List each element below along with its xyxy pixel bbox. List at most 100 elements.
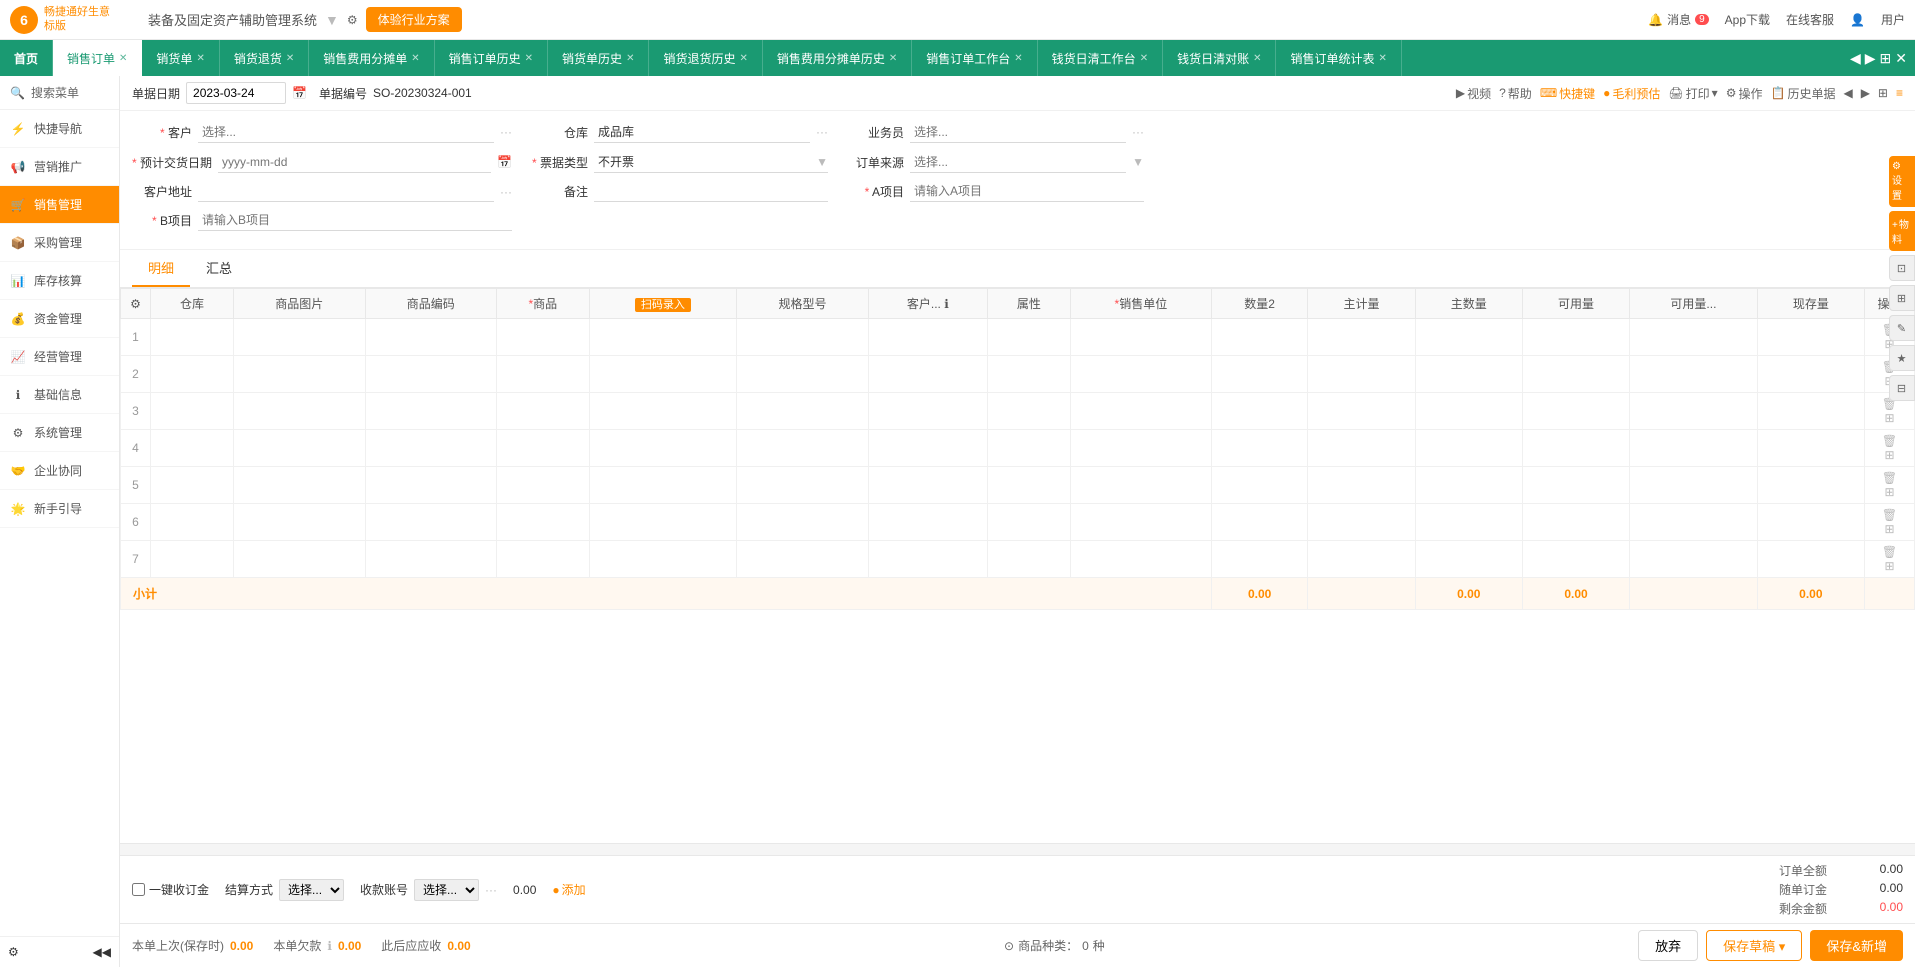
tab-daily-workbench[interactable]: 钱货日清工作台 ✕ (1038, 40, 1163, 76)
tab-sales-invoice[interactable]: 销货单 ✕ (142, 40, 219, 76)
customer-addr-input[interactable] (198, 181, 494, 202)
history-link[interactable]: 📋 历史单据 (1770, 85, 1835, 102)
print-link[interactable]: 🖨 打印 ▾ (1668, 85, 1717, 102)
nav-close-all-icon[interactable]: ✕ (1895, 50, 1907, 67)
layout-grid-icon[interactable]: ⊞ (1878, 86, 1888, 100)
tab-close-icon[interactable]: ✕ (889, 53, 897, 64)
abandon-button[interactable]: 放弃 (1638, 930, 1698, 961)
tab-close-icon[interactable]: ✕ (411, 53, 419, 64)
tab-detail[interactable]: 明细 (132, 250, 190, 287)
account-select[interactable]: 选择... (414, 879, 479, 901)
cell-main-qty-2[interactable] (1415, 356, 1522, 393)
tab-sales-order[interactable]: 销售订单 ✕ (53, 40, 142, 76)
one-click-checkbox-label[interactable]: 一键收订金 (132, 881, 209, 898)
payment-method-select[interactable]: 选择... (279, 879, 344, 901)
tab-close-icon[interactable]: ✕ (1140, 53, 1148, 64)
cell-code-1[interactable] (365, 319, 497, 356)
save-draft-button[interactable]: 保存草稿 ▾ (1706, 930, 1802, 961)
cell-attribute-2[interactable] (987, 356, 1070, 393)
warehouse-more-btn[interactable]: ··· (816, 125, 828, 139)
delivery-date-input[interactable] (218, 152, 491, 173)
tab-home[interactable]: 首页 (0, 40, 53, 76)
tab-summary[interactable]: 汇总 (190, 250, 248, 287)
calendar-icon[interactable]: 📅 (292, 86, 307, 100)
sidebar-collapse-icon[interactable]: ◀◀ (93, 945, 111, 959)
invoice-type-select-wrapper[interactable]: 不开票 ▼ (594, 151, 828, 173)
print-arrow[interactable]: ▾ (1712, 86, 1718, 100)
operation-link[interactable]: ⚙ 操作 (1726, 85, 1763, 102)
delete-row-icon-5[interactable]: 🗑 (1882, 471, 1897, 485)
side-btn-icon2[interactable]: ⊞ (1889, 285, 1915, 311)
tab-close-icon[interactable]: ✕ (739, 53, 747, 64)
cell-name-2[interactable] (497, 356, 589, 393)
app-download[interactable]: App下载 (1725, 11, 1770, 28)
copy-row-icon-7[interactable]: ⊞ (1884, 559, 1894, 573)
cell-unit-1[interactable] (1070, 319, 1211, 356)
cell-qty2-1[interactable] (1211, 319, 1307, 356)
delete-row-icon-6[interactable]: 🗑 (1882, 508, 1897, 522)
copy-row-icon-5[interactable]: ⊞ (1884, 485, 1894, 499)
cell-spec-2[interactable] (737, 356, 869, 393)
cell-unit-2[interactable] (1070, 356, 1211, 393)
save-new-button[interactable]: 保存&新增 (1810, 930, 1903, 961)
info-icon[interactable]: ℹ (327, 939, 332, 953)
sidebar-item-marketing[interactable]: 📢 营销推广 (0, 148, 119, 186)
invoice-type-dropdown-icon[interactable]: ▼ (816, 155, 828, 169)
col-settings[interactable]: ⚙ (121, 289, 151, 319)
tab-close-icon[interactable]: ✕ (1379, 53, 1387, 64)
b-project-input[interactable] (198, 210, 512, 231)
copy-row-icon-6[interactable]: ⊞ (1884, 522, 1894, 536)
tab-sales-workbench[interactable]: 销售订单工作台 ✕ (912, 40, 1037, 76)
delete-row-icon-7[interactable]: 🗑 (1882, 545, 1897, 559)
tab-invoice-history[interactable]: 销货单历史 ✕ (548, 40, 649, 76)
cell-name-1[interactable] (497, 319, 589, 356)
tab-close-icon[interactable]: ✕ (286, 53, 294, 64)
customer-input[interactable] (198, 122, 494, 143)
tab-expense-history[interactable]: 销售费用分摊单历史 ✕ (763, 40, 912, 76)
one-click-checkbox[interactable] (132, 883, 145, 896)
cell-warehouse-1[interactable] (151, 319, 234, 356)
side-btn-settings[interactable]: ⚙ 设置 (1889, 156, 1915, 207)
cell-customer-code-2[interactable] (868, 356, 987, 393)
sidebar-item-sales[interactable]: 🛒 销售管理 (0, 186, 119, 224)
save-draft-dropdown-icon[interactable]: ▾ (1779, 939, 1786, 954)
side-btn-icon1[interactable]: ⊡ (1889, 255, 1915, 281)
cell-main-qty-1[interactable] (1415, 319, 1522, 356)
view-link[interactable]: ▶ 视频 (1456, 85, 1491, 102)
order-source-dropdown-icon[interactable]: ▼ (1132, 155, 1144, 169)
delivery-calendar-icon[interactable]: 📅 (497, 155, 512, 169)
add-btn[interactable]: ● 添加 (552, 881, 585, 898)
date-input[interactable]: 2023-03-24 (186, 82, 286, 104)
nav-prev-icon[interactable]: ◀ (1850, 50, 1861, 67)
tab-return-history[interactable]: 销货退货历史 ✕ (649, 40, 762, 76)
a-project-input[interactable] (910, 181, 1144, 202)
scan-btn[interactable]: 扫码录入 (635, 298, 691, 312)
tab-sales-return[interactable]: 销货退货 ✕ (220, 40, 309, 76)
sidebar-item-system[interactable]: ⚙ 系统管理 (0, 414, 119, 452)
sidebar-item-purchase[interactable]: 📦 采购管理 (0, 224, 119, 262)
copy-row-icon-4[interactable]: ⊞ (1884, 448, 1894, 462)
side-btn-icon5[interactable]: ⊟ (1889, 375, 1915, 401)
tab-close-icon[interactable]: ✕ (626, 53, 634, 64)
sidebar-item-quick-nav[interactable]: ⚡ 快捷导航 (0, 110, 119, 148)
help-link[interactable]: ? 帮助 (1499, 85, 1532, 102)
tab-sales-order-history[interactable]: 销售订单历史 ✕ (435, 40, 548, 76)
salesman-more-btn[interactable]: ··· (1132, 125, 1144, 139)
cell-qty2-2[interactable] (1211, 356, 1307, 393)
sidebar-item-finance[interactable]: 💰 资金管理 (0, 300, 119, 338)
delete-row-icon-4[interactable]: 🗑 (1882, 434, 1897, 448)
tab-reconcile[interactable]: 钱货日清对账 ✕ (1163, 40, 1276, 76)
side-btn-icon4[interactable]: ★ (1889, 345, 1915, 371)
nav-next-icon[interactable]: ▶ (1865, 50, 1876, 67)
cell-spec-1[interactable] (737, 319, 869, 356)
system-title-dropdown[interactable]: ▼ (325, 12, 339, 28)
tab-stats[interactable]: 销售订单统计表 ✕ (1276, 40, 1401, 76)
online-service[interactable]: 在线客服 (1786, 11, 1834, 28)
cell-code-2[interactable] (365, 356, 497, 393)
col-scan[interactable]: 扫码录入 (589, 289, 737, 319)
cell-warehouse-2[interactable] (151, 356, 234, 393)
tab-close-icon[interactable]: ✕ (119, 53, 127, 64)
goods-type-icon[interactable]: ⊙ (1004, 939, 1014, 953)
nav-expand-icon[interactable]: ⊞ (1880, 50, 1892, 67)
tab-close-icon[interactable]: ✕ (525, 53, 533, 64)
